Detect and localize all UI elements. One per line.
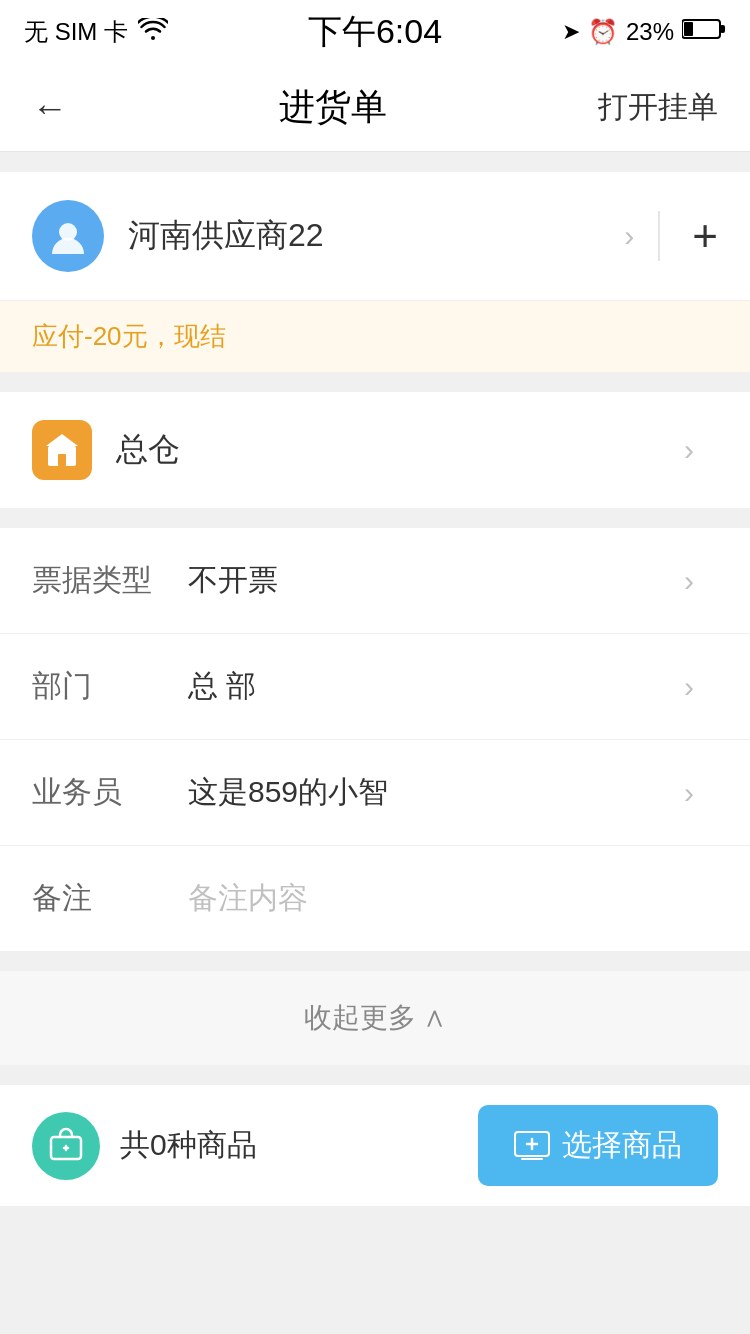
back-button[interactable]: ←: [32, 87, 68, 129]
warehouse-chevron-icon: ›: [684, 433, 694, 467]
svg-rect-6: [58, 454, 66, 466]
status-time: 下午6:04: [308, 9, 442, 55]
ticket-type-value: 不开票: [172, 560, 684, 601]
warehouse-icon: [32, 420, 92, 480]
form-card: 票据类型 不开票 › 部门 总 部 › 业务员 这是859的小智 › 备注 备注…: [0, 528, 750, 951]
product-icon: [32, 1112, 100, 1180]
ticket-chevron-icon: ›: [684, 564, 694, 598]
supplier-divider: [658, 211, 660, 261]
dept-chevron-icon: ›: [684, 670, 694, 704]
svg-rect-2: [720, 25, 725, 33]
sales-label: 业务员: [32, 772, 172, 813]
remark-label: 备注: [32, 878, 172, 919]
svg-rect-1: [684, 22, 693, 36]
ticket-type-row[interactable]: 票据类型 不开票 ›: [0, 528, 750, 634]
battery-label: 23%: [626, 18, 674, 46]
status-left: 无 SIM 卡: [24, 16, 168, 48]
dept-label: 部门: [32, 666, 172, 707]
dept-value: 总 部: [172, 666, 684, 707]
supplier-avatar: [32, 200, 104, 272]
wifi-icon: [138, 18, 168, 46]
supplier-name: 河南供应商22: [128, 214, 624, 258]
product-info: 共0种商品: [32, 1112, 257, 1180]
warehouse-name: 总仓: [116, 428, 684, 472]
product-count: 共0种商品: [120, 1125, 257, 1166]
notice-bar: 应付-20元，现结: [0, 301, 750, 372]
section-gap-2: [0, 372, 750, 392]
remark-input[interactable]: 备注内容: [172, 878, 718, 919]
dept-row[interactable]: 部门 总 部 ›: [0, 634, 750, 740]
supplier-row[interactable]: 河南供应商22 › +: [0, 172, 750, 301]
select-product-button[interactable]: 选择商品: [478, 1105, 718, 1186]
sales-row[interactable]: 业务员 这是859的小智 ›: [0, 740, 750, 846]
notice-text: 应付-20元，现结: [32, 321, 226, 351]
alarm-icon: ⏰: [588, 18, 618, 46]
supplier-chevron-icon: ›: [624, 219, 634, 253]
page-rest: [0, 1206, 750, 1334]
location-icon: ➤: [562, 19, 580, 45]
ticket-type-label: 票据类型: [32, 560, 172, 601]
sales-value: 这是859的小智: [172, 772, 684, 813]
battery-icon: [682, 18, 726, 46]
select-product-label: 选择商品: [562, 1125, 682, 1166]
collapse-bar[interactable]: 收起更多 ∧: [0, 971, 750, 1065]
page-title: 进货单: [279, 83, 387, 132]
warehouse-card: 总仓 ›: [0, 392, 750, 508]
status-right: ➤ ⏰ 23%: [562, 18, 726, 46]
nav-bar: ← 进货单 打开挂单: [0, 64, 750, 152]
add-supplier-button[interactable]: +: [684, 211, 718, 261]
supplier-card: 河南供应商22 › + 应付-20元，现结: [0, 172, 750, 372]
sim-label: 无 SIM 卡: [24, 16, 128, 48]
svg-marker-5: [46, 434, 78, 446]
status-bar: 无 SIM 卡 下午6:04 ➤ ⏰ 23%: [0, 0, 750, 64]
bottom-bar: 共0种商品 选择商品: [0, 1085, 750, 1206]
remark-row[interactable]: 备注 备注内容: [0, 846, 750, 951]
warehouse-row[interactable]: 总仓 ›: [0, 392, 750, 508]
open-pending-button[interactable]: 打开挂单: [598, 87, 718, 128]
section-gap-1: [0, 152, 750, 172]
sales-chevron-icon: ›: [684, 776, 694, 810]
collapse-label: 收起更多 ∧: [304, 1002, 447, 1033]
